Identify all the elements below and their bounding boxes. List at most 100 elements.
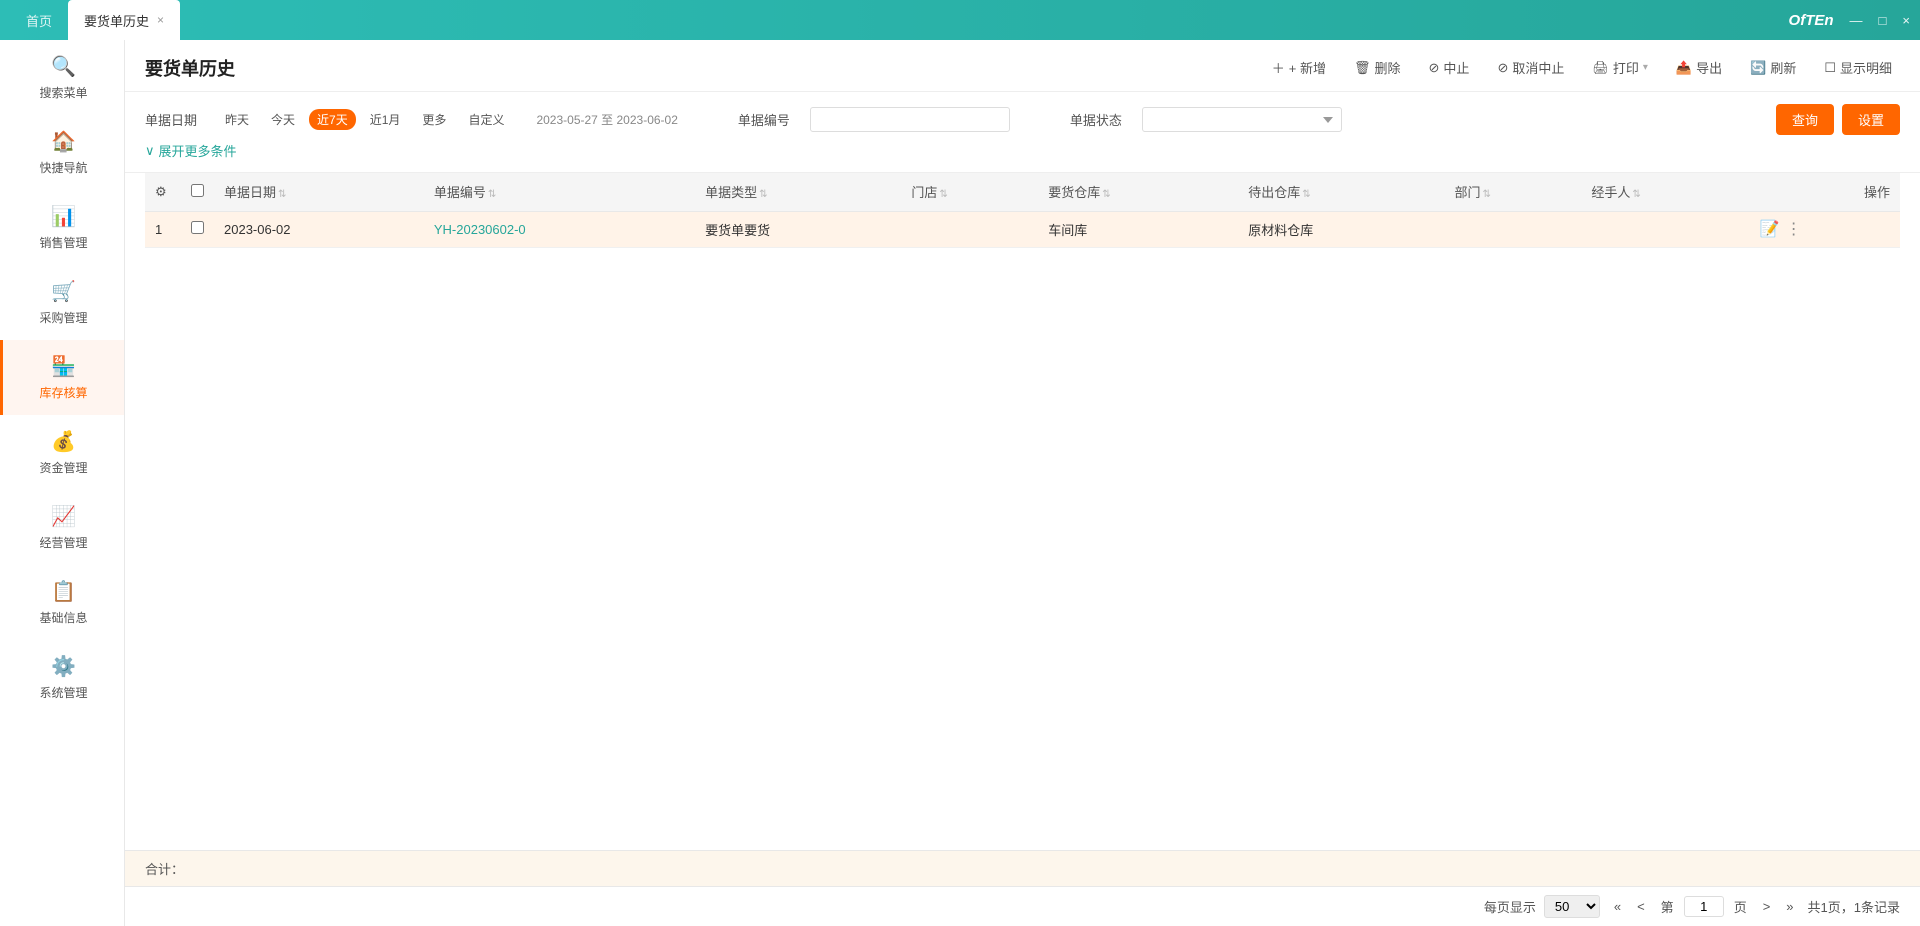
settings-button[interactable]: 设置 [1842,104,1900,135]
date-range-display: 2023-05-27 至 2023-06-02 [536,111,677,128]
sort-handler-icon: ⇅ [1632,189,1640,200]
new-button[interactable]: ＋ + 新增 [1264,54,1334,81]
system-icon: ⚙️ [51,654,76,679]
date-btn-more[interactable]: 更多 [414,109,454,130]
th-handler[interactable]: 经手人⇅ [1581,173,1749,211]
doc-num-input[interactable] [810,107,1010,132]
th-handler-label: 经手人 [1591,185,1630,200]
filter-row-1: 单据日期 昨天 今天 近7天 近1月 更多 自定义 2023-05-27 至 2… [145,104,1900,135]
last-page-button[interactable]: » [1780,897,1799,916]
sidebar-item-basic-info[interactable]: 📋 基础信息 [0,565,124,640]
date-btn-custom[interactable]: 自定义 [460,109,512,130]
th-date-label: 单据日期 [224,185,276,200]
refresh-button[interactable]: 🔄 刷新 [1742,54,1804,81]
sidebar-item-finance[interactable]: 💰 资金管理 [0,415,124,490]
th-num[interactable]: 单据编号⇅ [424,173,695,211]
prev-page-button[interactable]: < [1631,897,1651,916]
delete-button[interactable]: 🗑 删除 [1346,54,1409,81]
th-pending-warehouse-label: 待出仓库 [1248,185,1300,200]
finance-icon: 💰 [51,429,76,454]
close-window-button[interactable]: × [1902,13,1910,28]
sort-type-icon: ⇅ [759,189,767,200]
tab-home-label: 首页 [26,11,52,30]
current-page-input[interactable] [1684,896,1724,917]
row-type: 要货单要货 [695,211,901,247]
sidebar-item-sales[interactable]: 📊 销售管理 [0,190,124,265]
sidebar-item-purchase[interactable]: 🛒 采购管理 [0,265,124,340]
status-select[interactable] [1142,107,1342,132]
refresh-label: 刷新 [1770,58,1796,77]
th-dept[interactable]: 部门⇅ [1444,173,1581,211]
th-date[interactable]: 单据日期⇅ [214,173,424,211]
sidebar-item-label: 快捷导航 [39,159,87,176]
sidebar-item-search-menu[interactable]: 🔍 搜索菜单 [0,40,124,115]
row-num: 1 [145,211,181,247]
more-icon[interactable]: ⋮ [1786,219,1802,239]
top-bar-right: OfTEn — □ × [1789,0,1910,40]
row-select-checkbox[interactable] [191,221,204,234]
th-num-label: 单据编号 [434,185,486,200]
maximize-button[interactable]: □ [1879,13,1887,28]
expand-more-label: 展开更多条件 [159,141,237,160]
export-button[interactable]: 📤 导出 [1668,54,1730,81]
doc-link[interactable]: YH-20230602-0 [434,222,526,237]
table-body: 1 2023-06-02 YH-20230602-0 要货单要货 车间库 原材料… [145,211,1900,247]
th-req-warehouse[interactable]: 要货仓库⇅ [1038,173,1238,211]
row-handler [1581,211,1749,247]
inventory-icon: 🏪 [51,354,76,379]
query-button[interactable]: 查询 [1776,104,1834,135]
top-bar: 首页 要货单历史 × OfTEn — □ × [0,0,1920,40]
sidebar-item-label: 销售管理 [39,234,87,251]
tab-home[interactable]: 首页 [10,0,68,40]
sidebar-item-inventory[interactable]: 🏪 库存核算 [0,340,124,415]
show-detail-button[interactable]: ☐ 显示明细 [1816,54,1900,81]
next-page-button[interactable]: > [1757,897,1777,916]
cancel-suspend-button[interactable]: ⊘ 取消中止 [1489,54,1572,81]
edit-icon[interactable]: 📝 [1760,219,1780,239]
total-info: 共1页，1条记录 [1808,897,1900,916]
suspend-icon: ⊘ [1429,60,1440,76]
sidebar-item-quick-nav[interactable]: 🏠 快捷导航 [0,115,124,190]
tab-active[interactable]: 要货单历史 × [68,0,180,40]
operations-icon: 📈 [51,504,76,529]
date-buttons: 昨天 今天 近7天 近1月 更多 自定义 [217,109,512,130]
th-pending-warehouse[interactable]: 待出仓库⇅ [1238,173,1444,211]
suspend-button[interactable]: ⊘ 中止 [1421,54,1478,81]
checkbox-icon: ☐ [1824,60,1836,76]
close-tab-icon[interactable]: × [157,13,164,27]
date-btn-7days[interactable]: 近7天 [309,109,356,130]
sidebar-item-label: 采购管理 [39,309,87,326]
th-type[interactable]: 单据类型⇅ [695,173,901,211]
per-page-select[interactable]: 10 20 50 100 [1544,895,1600,918]
date-btn-yesterday[interactable]: 昨天 [217,109,257,130]
print-button[interactable]: 🖨 打印 ▾ [1584,54,1656,81]
chevron-down-icon: ∨ [145,143,155,159]
th-gear[interactable]: ⚙ [145,173,181,211]
date-btn-today[interactable]: 今天 [263,109,303,130]
date-btn-1month[interactable]: 近1月 [362,109,409,130]
th-checkbox[interactable] [181,173,214,211]
print-label: 打印 [1613,58,1639,77]
row-req-warehouse: 车间库 [1038,211,1238,247]
row-num-link[interactable]: YH-20230602-0 [424,211,695,247]
row-checkbox[interactable] [181,211,214,247]
row-actions: 📝 ⋮ [1750,211,1900,247]
select-all-checkbox[interactable] [191,184,204,197]
status-label: 单据状态 [1070,110,1122,129]
suspend-label: 中止 [1443,58,1469,77]
sort-num-icon: ⇅ [488,189,496,200]
sidebar-item-label: 经营管理 [39,534,87,551]
main-content: 要货单历史 ＋ + 新增 🗑 删除 ⊘ 中止 ⊘ 取消中止 [125,40,1920,926]
expand-more-button[interactable]: ∨ 展开更多条件 [145,141,1900,160]
sidebar-item-system[interactable]: ⚙️ 系统管理 [0,640,124,715]
minimize-button[interactable]: — [1850,13,1863,28]
th-store[interactable]: 门店⇅ [901,173,1038,211]
doc-num-label: 单据编号 [738,110,790,129]
delete-label: 删除 [1375,58,1401,77]
action-icons: 📝 ⋮ [1760,219,1890,239]
first-page-button[interactable]: « [1608,897,1627,916]
delete-icon: 🗑 [1354,60,1371,76]
sort-date-icon: ⇅ [278,189,286,200]
table-row[interactable]: 1 2023-06-02 YH-20230602-0 要货单要货 车间库 原材料… [145,211,1900,247]
sidebar-item-operations[interactable]: 📈 经营管理 [0,490,124,565]
